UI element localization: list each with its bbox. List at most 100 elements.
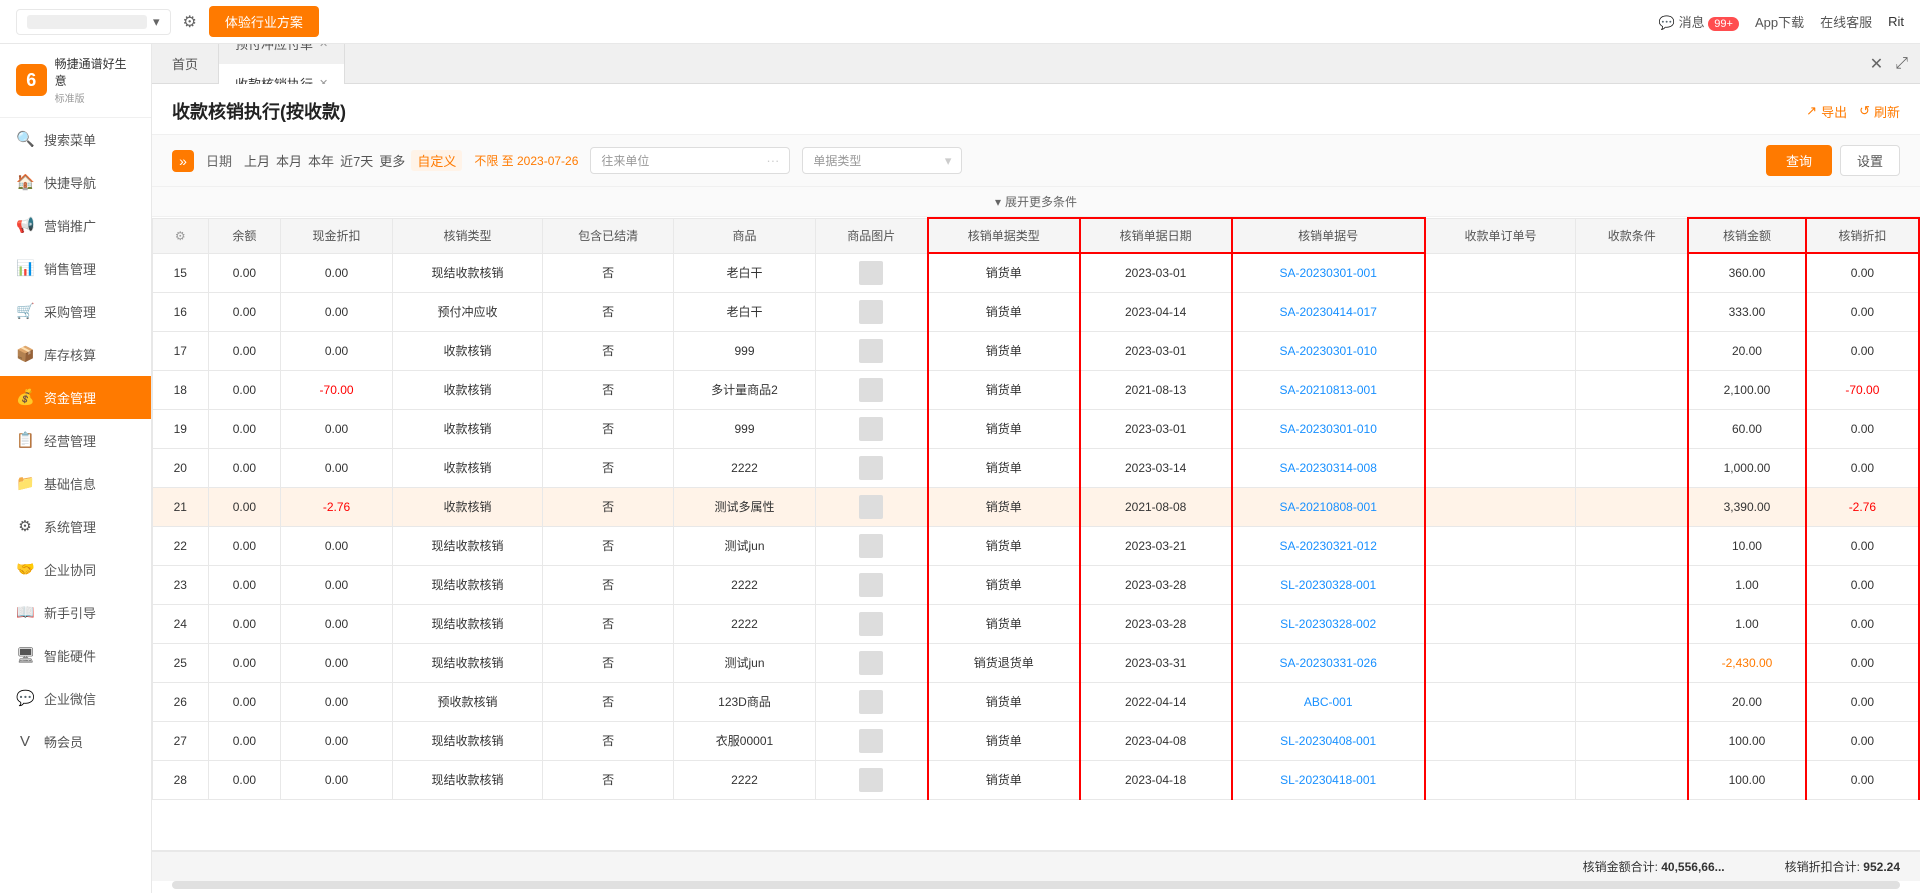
company-selector[interactable]: ▾ <box>16 9 171 35</box>
cell-receipt-order-no <box>1425 370 1576 409</box>
sidebar-item-4[interactable]: 🛒采购管理 <box>0 290 151 333</box>
date-opt-this-month[interactable]: 本月 <box>276 151 302 170</box>
doc-no-link[interactable]: SA-20230321-012 <box>1279 539 1376 553</box>
cell-include-settled: 否 <box>543 760 674 799</box>
sidebar-item-13[interactable]: 💬企业微信 <box>0 677 151 720</box>
table-row[interactable]: 23 0.00 0.00 现结收款核销 否 2222 销货单 2023-03-2… <box>153 565 1920 604</box>
sidebar-item-3[interactable]: 📊销售管理 <box>0 247 151 290</box>
settings-button[interactable]: 设置 <box>1840 145 1900 176</box>
doc-no-link[interactable]: SL-20230328-002 <box>1280 617 1376 631</box>
cell-doc-no[interactable]: SL-20230328-002 <box>1232 604 1425 643</box>
sidebar-item-1[interactable]: 🏠快捷导航 <box>0 161 151 204</box>
doc-no-link[interactable]: SL-20230408-001 <box>1280 734 1376 748</box>
table-row[interactable]: 20 0.00 0.00 收款核销 否 2222 销货单 2023-03-14 … <box>153 448 1920 487</box>
sidebar-item-11[interactable]: 📖新手引导 <box>0 591 151 634</box>
doc-no-link[interactable]: ABC-001 <box>1304 695 1353 709</box>
user-name[interactable]: Rit <box>1888 14 1904 29</box>
cell-doc-no[interactable]: SA-20230331-026 <box>1232 643 1425 682</box>
cell-writeoff-amount: 360.00 <box>1688 253 1806 292</box>
settings-icon[interactable]: ⚙ <box>183 12 197 32</box>
export-button[interactable]: ↗ 导出 <box>1806 102 1847 121</box>
table-row[interactable]: 19 0.00 0.00 收款核销 否 999 销货单 2023-03-01 S… <box>153 409 1920 448</box>
sidebar-icon-1: 🏠 <box>16 173 34 191</box>
tab-close-icon-0[interactable]: ✕ <box>319 44 328 50</box>
sidebar-item-9[interactable]: ⚙系统管理 <box>0 505 151 548</box>
table-row[interactable]: 25 0.00 0.00 现结收款核销 否 测试jun 销货退货单 2023-0… <box>153 643 1920 682</box>
single-type-filter[interactable]: 单据类型 ▾ <box>802 147 962 174</box>
logo-sub: 标准版 <box>55 90 135 105</box>
cell-doc-no[interactable]: SL-20230418-001 <box>1232 760 1425 799</box>
cell-doc-no[interactable]: SL-20230408-001 <box>1232 721 1425 760</box>
cell-doc-type: 销货单 <box>928 292 1080 331</box>
col-settings[interactable]: ⚙ <box>153 218 209 253</box>
filter-expand-button[interactable]: » <box>172 150 194 172</box>
cell-balance: 0.00 <box>208 487 281 526</box>
horizontal-scrollbar[interactable] <box>172 881 1900 889</box>
sidebar-label-3: 销售管理 <box>44 259 96 278</box>
table-row[interactable]: 17 0.00 0.00 收款核销 否 999 销货单 2023-03-01 S… <box>153 331 1920 370</box>
table-row[interactable]: 16 0.00 0.00 预付冲应收 否 老白干 销货单 2023-04-14 … <box>153 292 1920 331</box>
doc-no-link[interactable]: SA-20230314-008 <box>1279 461 1376 475</box>
sidebar-item-14[interactable]: V畅会员 <box>0 720 151 763</box>
expand-more-button[interactable]: ▾ 展开更多条件 <box>995 193 1077 210</box>
app-download-link[interactable]: App下载 <box>1755 12 1804 31</box>
cell-doc-no[interactable]: ABC-001 <box>1232 682 1425 721</box>
sidebar-icon-2: 📢 <box>16 216 34 234</box>
cell-doc-no[interactable]: SA-20210813-001 <box>1232 370 1425 409</box>
date-opt-custom[interactable]: 自定义 <box>411 150 462 171</box>
tab-item-0[interactable]: 预付冲应付单✕ <box>219 44 345 64</box>
online-service-link[interactable]: 在线客服 <box>1820 12 1872 31</box>
doc-no-link[interactable]: SA-20210808-001 <box>1279 500 1376 514</box>
table-row[interactable]: 18 0.00 -70.00 收款核销 否 多计量商品2 销货单 2021-08… <box>153 370 1920 409</box>
sidebar-item-0[interactable]: 🔍搜索菜单 <box>0 118 151 161</box>
cell-doc-no[interactable]: SL-20230328-001 <box>1232 565 1425 604</box>
doc-no-link[interactable]: SA-20230414-017 <box>1279 305 1376 319</box>
query-button[interactable]: 查询 <box>1766 145 1832 176</box>
cell-doc-no[interactable]: SA-20230314-008 <box>1232 448 1425 487</box>
sidebar-item-6[interactable]: 💰资金管理 <box>0 376 151 419</box>
sidebar-item-2[interactable]: 📢营销推广 <box>0 204 151 247</box>
cell-doc-type: 销货单 <box>928 370 1080 409</box>
cell-doc-no[interactable]: SA-20210808-001 <box>1232 487 1425 526</box>
cell-doc-no[interactable]: SA-20230301-010 <box>1232 331 1425 370</box>
table-row[interactable]: 21 0.00 -2.76 收款核销 否 测试多属性 销货单 2021-08-0… <box>153 487 1920 526</box>
doc-no-link[interactable]: SL-20230328-001 <box>1280 578 1376 592</box>
cell-doc-no[interactable]: SA-20230414-017 <box>1232 292 1425 331</box>
table-row[interactable]: 27 0.00 0.00 现结收款核销 否 衣服00001 销货单 2023-0… <box>153 721 1920 760</box>
cell-product: 999 <box>674 409 816 448</box>
table-row[interactable]: 22 0.00 0.00 现结收款核销 否 测试jun 销货单 2023-03-… <box>153 526 1920 565</box>
doc-no-link[interactable]: SA-20230331-026 <box>1279 656 1376 670</box>
tab-home[interactable]: 首页 <box>152 44 219 84</box>
cell-receipt-condition <box>1576 292 1688 331</box>
table-row[interactable]: 15 0.00 0.00 现结收款核销 否 老白干 销货单 2023-03-01… <box>153 253 1920 292</box>
close-window-icon[interactable]: ✕ <box>1866 50 1887 78</box>
notification-area[interactable]: 💬 消息 99+ <box>1659 12 1739 31</box>
sidebar-item-12[interactable]: 🖥智能硬件 <box>0 634 151 677</box>
solution-button[interactable]: 体验行业方案 <box>209 6 319 37</box>
cell-doc-no[interactable]: SA-20230301-010 <box>1232 409 1425 448</box>
sidebar-item-7[interactable]: 📋经营管理 <box>0 419 151 462</box>
sidebar-item-5[interactable]: 📦库存核算 <box>0 333 151 376</box>
table-row[interactable]: 24 0.00 0.00 现结收款核销 否 2222 销货单 2023-03-2… <box>153 604 1920 643</box>
table-row[interactable]: 28 0.00 0.00 现结收款核销 否 2222 销货单 2023-04-1… <box>153 760 1920 799</box>
doc-no-link[interactable]: SA-20230301-010 <box>1279 422 1376 436</box>
cell-writeoff-amount: 20.00 <box>1688 331 1806 370</box>
date-opt-7days[interactable]: 近7天 <box>340 151 373 170</box>
from-unit-filter[interactable]: 往来单位 ··· <box>590 147 790 174</box>
sidebar-item-10[interactable]: 🤝企业协同 <box>0 548 151 591</box>
date-opt-more[interactable]: 更多 <box>379 151 405 170</box>
sidebar-item-8[interactable]: 📁基础信息 <box>0 462 151 505</box>
date-opt-this-year[interactable]: 本年 <box>308 151 334 170</box>
doc-no-link[interactable]: SA-20230301-001 <box>1279 266 1376 280</box>
table-row[interactable]: 26 0.00 0.00 预收款核销 否 123D商品 销货单 2022-04-… <box>153 682 1920 721</box>
date-opt-last-month[interactable]: 上月 <box>244 151 270 170</box>
doc-no-link[interactable]: SL-20230418-001 <box>1280 773 1376 787</box>
cell-doc-no[interactable]: SA-20230301-001 <box>1232 253 1425 292</box>
doc-no-link[interactable]: SA-20210813-001 <box>1279 383 1376 397</box>
doc-no-link[interactable]: SA-20230301-010 <box>1279 344 1376 358</box>
cell-doc-no[interactable]: SA-20230321-012 <box>1232 526 1425 565</box>
expand-window-icon[interactable]: ⤢ <box>1891 51 1912 77</box>
expand-more-bar: ▾ 展开更多条件 <box>152 187 1920 217</box>
refresh-button[interactable]: ↺ 刷新 <box>1859 102 1900 121</box>
cell-id: 20 <box>153 448 209 487</box>
